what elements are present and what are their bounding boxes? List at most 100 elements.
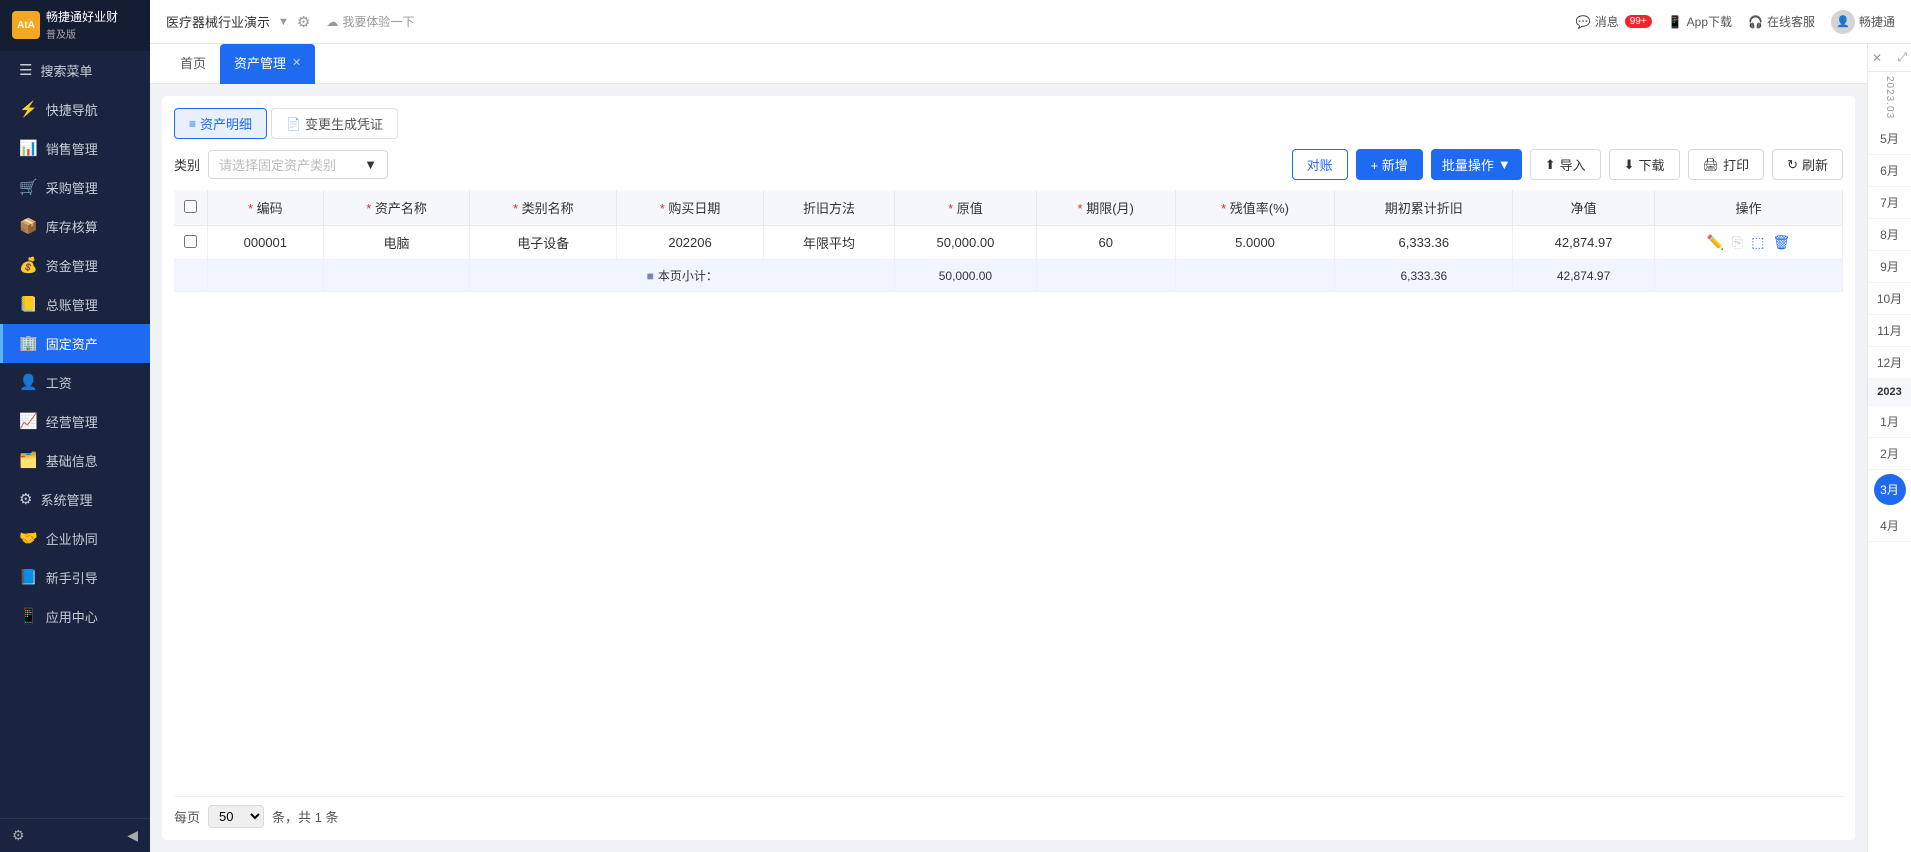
sidebar-item-basic-info[interactable]: 🗂️基础信息 <box>0 441 150 480</box>
cloud-icon: ☁ <box>326 15 338 29</box>
per-page-label: 每页 <box>174 807 200 826</box>
refresh-btn[interactable]: ↻ 刷新 <box>1772 149 1843 180</box>
sidebar-scroll: ☰搜索菜单⚡快捷导航📊销售管理🛒采购管理📦库存核算💰资金管理📒总账管理🏢固定资产… <box>0 51 150 818</box>
sidebar-item-search[interactable]: ☰搜索菜单 <box>0 51 150 90</box>
col-purchase-date: 购买日期 <box>617 190 764 226</box>
company-dropdown-icon[interactable]: ▼ <box>278 16 289 28</box>
delete-icon[interactable]: 🗑 <box>1772 234 1790 251</box>
sidebar-item-label-purchase: 采购管理 <box>46 178 98 197</box>
cell-depreciation-method: 年限平均 <box>763 226 894 260</box>
calendar-month-prev-10月[interactable]: 10月 <box>1868 283 1911 315</box>
phone-icon: 📱 <box>1668 15 1683 29</box>
sub-tab-change-voucher[interactable]: 📄 变更生成凭证 <box>271 108 398 139</box>
app-download-btn[interactable]: 📱 App下载 <box>1668 13 1732 30</box>
sidebar-item-fixed-assets[interactable]: 🏢固定资产 <box>0 324 150 363</box>
panel-year-label: 2023.03 <box>1884 72 1895 123</box>
company-name: 医疗器械行业演示 <box>166 12 270 31</box>
calendar-month-prev-8月[interactable]: 8月 <box>1868 219 1911 251</box>
toolbar: 类别 请选择固定资产类别 ▼ 对账 + 新增 <box>174 149 1843 180</box>
experience-btn[interactable]: ☁ 我要体验一下 <box>318 9 422 34</box>
new-btn[interactable]: + 新增 <box>1356 149 1423 180</box>
subtotal-net-value: 42,874.97 <box>1513 260 1655 292</box>
export-icon: ⬆ <box>1545 157 1556 173</box>
sidebar-item-label-guide: 新手引导 <box>46 568 98 587</box>
avatar: 👤 <box>1831 10 1855 34</box>
search-icon: ☰ <box>19 61 32 79</box>
sidebar-item-payroll[interactable]: 👤工资 <box>0 363 150 402</box>
edit-icon[interactable]: ✏️ <box>1707 234 1724 251</box>
copy-icon[interactable]: ⎘ <box>1732 234 1743 251</box>
sidebar-item-label-system: 系统管理 <box>40 490 92 509</box>
messages-btn[interactable]: 💬 消息 99+ <box>1576 13 1652 30</box>
sidebar-bottom: ⚙ ◀ <box>0 818 150 852</box>
calendar-month-prev-12月[interactable]: 12月 <box>1868 347 1911 379</box>
funds-icon: 💰 <box>19 256 38 274</box>
calendar-month-1月[interactable]: 1月 <box>1868 406 1911 438</box>
online-service-btn[interactable]: 🎧 在线客服 <box>1748 13 1815 30</box>
sidebar-item-apps[interactable]: 📱应用中心 <box>0 597 150 636</box>
export-btn[interactable]: ⬆ 导入 <box>1530 149 1601 180</box>
sidebar-item-guide[interactable]: 📘新手引导 <box>0 558 150 597</box>
col-category: 类别名称 <box>470 190 617 226</box>
sidebar-item-system[interactable]: ⚙系统管理 <box>0 480 150 519</box>
col-name: 资产名称 <box>323 190 470 226</box>
collapse-icon[interactable]: ◀ <box>127 827 138 844</box>
user-profile-btn[interactable]: 👤 畅捷通 <box>1831 10 1895 34</box>
print-btn[interactable]: 🖨 打印 <box>1688 149 1765 180</box>
row-checkbox-cell[interactable] <box>174 226 208 260</box>
calendar-month-4月[interactable]: 4月 <box>1868 510 1911 542</box>
col-original-value: 原值 <box>895 190 1037 226</box>
settings-icon[interactable]: ⚙ <box>12 827 25 844</box>
calendar-month-prev-11月[interactable]: 11月 <box>1868 315 1911 347</box>
main-area: 医疗器械行业演示 ▼ ⚙ ☁ 我要体验一下 💬 消息 99+ 📱 App下载 🎧… <box>150 0 1911 852</box>
sidebar-item-label-operations: 经营管理 <box>46 412 98 431</box>
row-checkbox[interactable] <box>184 235 197 248</box>
calendar-month-3月[interactable]: 3月 <box>1874 474 1906 506</box>
subtotal-label: ■本页小计： <box>470 260 895 292</box>
sidebar-item-enterprise[interactable]: 🤝企业协同 <box>0 519 150 558</box>
app-name: 畅捷通好业财 <box>46 10 118 26</box>
content-area: 首页 资产管理 ✕ ≡ 资产明细 � <box>150 44 1911 852</box>
calendar-month-2月[interactable]: 2月 <box>1868 438 1911 470</box>
sidebar-item-ledger[interactable]: 📒总账管理 <box>0 285 150 324</box>
pagination: 每页 50 100 200 条，共 1 条 <box>174 796 1843 828</box>
col-period: 期限(月) <box>1036 190 1175 226</box>
calendar-month-prev-7月[interactable]: 7月 <box>1868 187 1911 219</box>
subtotal-empty-1 <box>174 260 208 292</box>
panel-resize-icon[interactable]: ⤢ <box>1897 50 1907 65</box>
category-filter-select[interactable]: 请选择固定资产类别 ▼ <box>208 150 388 179</box>
sub-tab-asset-detail[interactable]: ≡ 资产明细 <box>174 108 267 139</box>
topbar-left: 医疗器械行业演示 ▼ ⚙ ☁ 我要体验一下 <box>166 9 422 34</box>
select-all-header[interactable] <box>174 190 208 226</box>
batch-btn[interactable]: 批量操作 ▼ <box>1431 149 1522 180</box>
main-content: 首页 资产管理 ✕ ≡ 资产明细 � <box>150 44 1867 852</box>
tab-home[interactable]: 首页 <box>166 44 220 84</box>
calendar-month-prev-9月[interactable]: 9月 <box>1868 251 1911 283</box>
sidebar-item-funds[interactable]: 💰资金管理 <box>0 246 150 285</box>
calendar-month-prev-5月[interactable]: 5月 <box>1868 123 1911 155</box>
cell-period: 60 <box>1036 226 1175 260</box>
sidebar-item-operations[interactable]: 📈 经营管理 <box>0 402 150 441</box>
tab-asset-management[interactable]: 资产管理 ✕ <box>220 44 315 84</box>
calendar-month-prev-6月[interactable]: 6月 <box>1868 155 1911 187</box>
sidebar-item-label-apps: 应用中心 <box>46 607 98 626</box>
select-all-checkbox[interactable] <box>184 200 197 213</box>
basic-info-icon: 🗂️ <box>19 451 38 469</box>
download-btn[interactable]: ⬇ 下载 <box>1609 149 1680 180</box>
match-btn[interactable]: 对账 <box>1292 149 1348 180</box>
topbar-gear-icon[interactable]: ⚙ <box>297 13 310 31</box>
sidebar-item-inventory[interactable]: 📦库存核算 <box>0 207 150 246</box>
operations-icon: 📈 <box>19 412 38 430</box>
main-card: ≡ 资产明细 📄 变更生成凭证 类别 请选择固定资产 <box>162 96 1855 840</box>
sidebar-item-sales[interactable]: 📊销售管理 <box>0 129 150 168</box>
cell-net-value: 42,874.97 <box>1513 226 1655 260</box>
subtotal-empty-4 <box>1654 260 1842 292</box>
tab-close-icon[interactable]: ✕ <box>292 56 301 69</box>
per-page-select[interactable]: 50 100 200 <box>208 805 264 828</box>
doc-icon: 📄 <box>286 117 301 131</box>
sidebar-item-purchase[interactable]: 🛒采购管理 <box>0 168 150 207</box>
panel-expand-icon[interactable]: ✕ <box>1872 51 1882 65</box>
subtotal-residual <box>1175 260 1335 292</box>
transfer-icon[interactable]: ⬚ <box>1751 234 1764 251</box>
sidebar-item-quick-nav[interactable]: ⚡快捷导航 <box>0 90 150 129</box>
